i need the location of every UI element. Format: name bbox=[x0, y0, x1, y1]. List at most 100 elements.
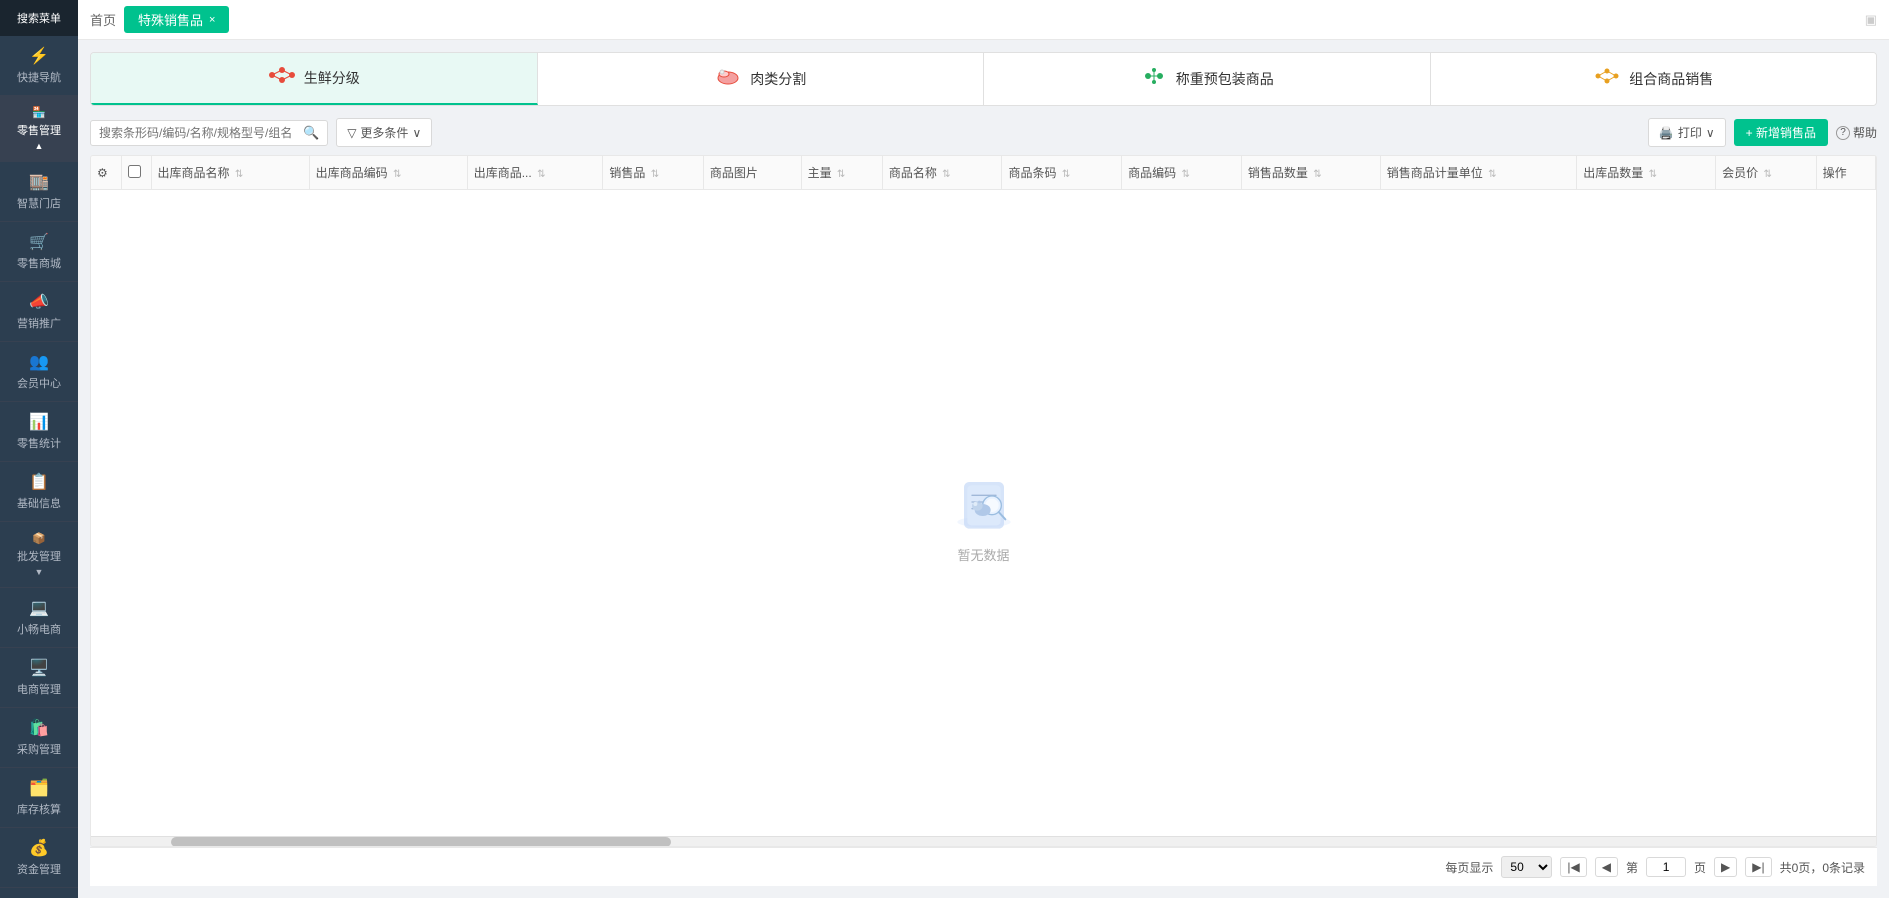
sidebar-logo[interactable]: 搜索菜单 bbox=[0, 0, 78, 36]
tab-combo-sale[interactable]: 组合商品销售 bbox=[1431, 53, 1877, 105]
search-input[interactable] bbox=[99, 126, 299, 140]
sort-icon: ⇅ bbox=[1062, 169, 1070, 180]
chevron-down-icon: ∨ bbox=[1706, 126, 1715, 140]
select-all-checkbox[interactable] bbox=[128, 165, 141, 178]
quick-nav-icon: ⚡ bbox=[29, 46, 49, 66]
sidebar-logo-text: 搜索菜单 bbox=[17, 10, 61, 26]
help-label: 帮助 bbox=[1853, 124, 1877, 141]
per-page-label: 每页显示 bbox=[1445, 859, 1493, 876]
filter-icon: ▽ bbox=[347, 126, 356, 140]
sidebar-item-sales-promo[interactable]: 📣 营销推广 bbox=[0, 282, 78, 342]
table-container: ⚙ 出库商品名称 ⇅ 出库商品编码 ⇅ bbox=[90, 155, 1877, 847]
inventory-icon: 🗂️ bbox=[29, 778, 49, 798]
add-sale-button[interactable]: + 新增销售品 bbox=[1734, 119, 1828, 146]
tab-weigh-pack[interactable]: 称重预包装商品 bbox=[984, 53, 1431, 105]
sidebar-item-label: 零售商城 bbox=[17, 255, 61, 271]
main-content: 首页 特殊销售品 × ▣ bbox=[78, 0, 1889, 898]
sort-icon: ⇅ bbox=[1182, 169, 1190, 180]
combo-sale-icon bbox=[1593, 66, 1621, 92]
sidebar-item-retail-mgmt[interactable]: 🏪 零售管理 ▲ bbox=[0, 96, 78, 162]
sort-icon: ⇅ bbox=[235, 169, 243, 180]
next-page-button[interactable]: ▶ bbox=[1714, 857, 1737, 877]
sidebar-item-base-info[interactable]: 📋 基础信息 bbox=[0, 462, 78, 522]
sidebar-item-label: 批发管理 bbox=[17, 548, 61, 564]
sidebar-item-retail-mall[interactable]: 🛒 零售商城 bbox=[0, 222, 78, 282]
col-member-price[interactable]: 会员价 ⇅ bbox=[1716, 156, 1816, 190]
sort-icon: ⇅ bbox=[537, 169, 545, 180]
col-out-goods-spec[interactable]: 出库商品... ⇅ bbox=[467, 156, 603, 190]
search-icon: 🔍 bbox=[303, 125, 319, 141]
col-weight[interactable]: 主量 ⇅ bbox=[801, 156, 882, 190]
per-page-select[interactable]: 50 10 20 100 bbox=[1501, 856, 1552, 878]
toolbar-right: 🖨️ 打印 ∨ + 新增销售品 ? 帮助 bbox=[1648, 118, 1877, 147]
mini-ecom-icon: 💻 bbox=[29, 598, 49, 618]
last-page-button[interactable]: ▶| bbox=[1745, 857, 1771, 877]
scrollbar-thumb[interactable] bbox=[171, 837, 671, 847]
meat-cut-icon bbox=[714, 66, 742, 92]
active-tab[interactable]: 特殊销售品 × bbox=[124, 6, 229, 33]
horizontal-scrollbar[interactable] bbox=[91, 836, 1876, 846]
breadcrumb-home[interactable]: 首页 bbox=[90, 10, 116, 29]
toolbar-left: 🔍 ▽ 更多条件 ∨ bbox=[90, 118, 432, 147]
sidebar-item-mini-ecom[interactable]: 💻 小畅电商 bbox=[0, 588, 78, 648]
ecom-mgmt-icon: 🖥️ bbox=[29, 658, 49, 678]
tab-combo-sale-label: 组合商品销售 bbox=[1629, 69, 1713, 89]
page-body: 生鲜分级 肉类分割 bbox=[78, 40, 1889, 898]
col-goods-name[interactable]: 商品名称 ⇅ bbox=[882, 156, 1002, 190]
sidebar-item-purchase-mgmt[interactable]: 🛍️ 采购管理 bbox=[0, 708, 78, 768]
col-goods-code[interactable]: 商品编码 ⇅ bbox=[1122, 156, 1242, 190]
sort-icon: ⇅ bbox=[1313, 169, 1321, 180]
search-input-wrap[interactable]: 🔍 bbox=[90, 120, 328, 146]
prev-page-button[interactable]: ◀ bbox=[1595, 857, 1618, 877]
retail-mall-icon: 🛒 bbox=[29, 232, 49, 252]
help-button[interactable]: ? 帮助 bbox=[1836, 124, 1877, 141]
sidebar-item-label: 库存核算 bbox=[17, 801, 61, 817]
sidebar-item-member-center[interactable]: 👥 会员中心 bbox=[0, 342, 78, 402]
weigh-pack-icon bbox=[1140, 66, 1168, 92]
col-out-goods-code[interactable]: 出库商品编码 ⇅ bbox=[309, 156, 467, 190]
tab-close-icon[interactable]: × bbox=[209, 14, 215, 26]
first-page-button[interactable]: |◀ bbox=[1560, 857, 1586, 877]
top-right-icons: ▣ bbox=[1865, 12, 1877, 28]
sidebar-item-label: 会员中心 bbox=[17, 375, 61, 391]
col-checkbox[interactable] bbox=[121, 156, 151, 190]
sidebar-item-general-ledger[interactable]: 📚 总账管理 bbox=[0, 888, 78, 898]
empty-state: 暂无数据 bbox=[91, 190, 1876, 836]
page-number-input[interactable] bbox=[1646, 857, 1686, 877]
col-goods-barcode[interactable]: 商品条码 ⇅ bbox=[1002, 156, 1122, 190]
sidebar-item-smart-store[interactable]: 🏬 智慧门店 bbox=[0, 162, 78, 222]
sidebar-item-retail-stats[interactable]: 📊 零售统计 bbox=[0, 402, 78, 462]
tab-fresh-grade[interactable]: 生鲜分级 bbox=[91, 53, 538, 105]
col-operation: 操作 bbox=[1816, 156, 1875, 190]
top-bar: 首页 特殊销售品 × ▣ bbox=[78, 0, 1889, 40]
col-goods-image[interactable]: 商品图片 bbox=[703, 156, 801, 190]
sort-icon: ⇅ bbox=[1764, 169, 1772, 180]
print-button[interactable]: 🖨️ 打印 ∨ bbox=[1648, 118, 1726, 147]
empty-illustration bbox=[944, 462, 1024, 545]
filter-button[interactable]: ▽ 更多条件 ∨ bbox=[336, 118, 432, 147]
sort-icon: ⇅ bbox=[1649, 169, 1657, 180]
base-info-icon: 📋 bbox=[29, 472, 49, 492]
col-sale-unit[interactable]: 销售商品计量单位 ⇅ bbox=[1380, 156, 1577, 190]
wholesale-mgmt-icon: 📦 bbox=[32, 532, 46, 545]
sidebar: 搜索菜单 ⚡ 快捷导航 🏪 零售管理 ▲ 🏬 智慧门店 🛒 零售商城 📣 营销推… bbox=[0, 0, 78, 898]
top-right-icon: ▣ bbox=[1865, 12, 1877, 28]
sidebar-item-wholesale-mgmt[interactable]: 📦 批发管理 ▼ bbox=[0, 522, 78, 588]
col-out-goods-name[interactable]: 出库商品名称 ⇅ bbox=[151, 156, 309, 190]
data-table: ⚙ 出库商品名称 ⇅ 出库商品编码 ⇅ bbox=[91, 156, 1876, 190]
col-sale-goods[interactable]: 销售品 ⇅ bbox=[603, 156, 703, 190]
sidebar-item-finance[interactable]: 💰 资金管理 bbox=[0, 828, 78, 888]
col-setting[interactable]: ⚙ bbox=[91, 156, 121, 190]
sidebar-item-inventory[interactable]: 🗂️ 库存核算 bbox=[0, 768, 78, 828]
col-out-qty[interactable]: 出库品数量 ⇅ bbox=[1577, 156, 1716, 190]
tab-meat-cut[interactable]: 肉类分割 bbox=[538, 53, 985, 105]
pagination-bar: 每页显示 50 10 20 100 |◀ ◀ 第 页 ▶ ▶| 共0页，0条记录 bbox=[90, 847, 1877, 886]
col-sale-qty[interactable]: 销售品数量 ⇅ bbox=[1241, 156, 1380, 190]
type-tabs: 生鲜分级 肉类分割 bbox=[90, 52, 1877, 106]
sidebar-item-quick-nav[interactable]: ⚡ 快捷导航 bbox=[0, 36, 78, 96]
retail-stats-icon: 📊 bbox=[29, 412, 49, 432]
add-label: + 新增销售品 bbox=[1746, 124, 1816, 141]
sidebar-item-ecom-mgmt[interactable]: 🖥️ 电商管理 bbox=[0, 648, 78, 708]
print-icon: 🖨️ bbox=[1659, 126, 1674, 140]
sidebar-item-label: 电商管理 bbox=[17, 681, 61, 697]
